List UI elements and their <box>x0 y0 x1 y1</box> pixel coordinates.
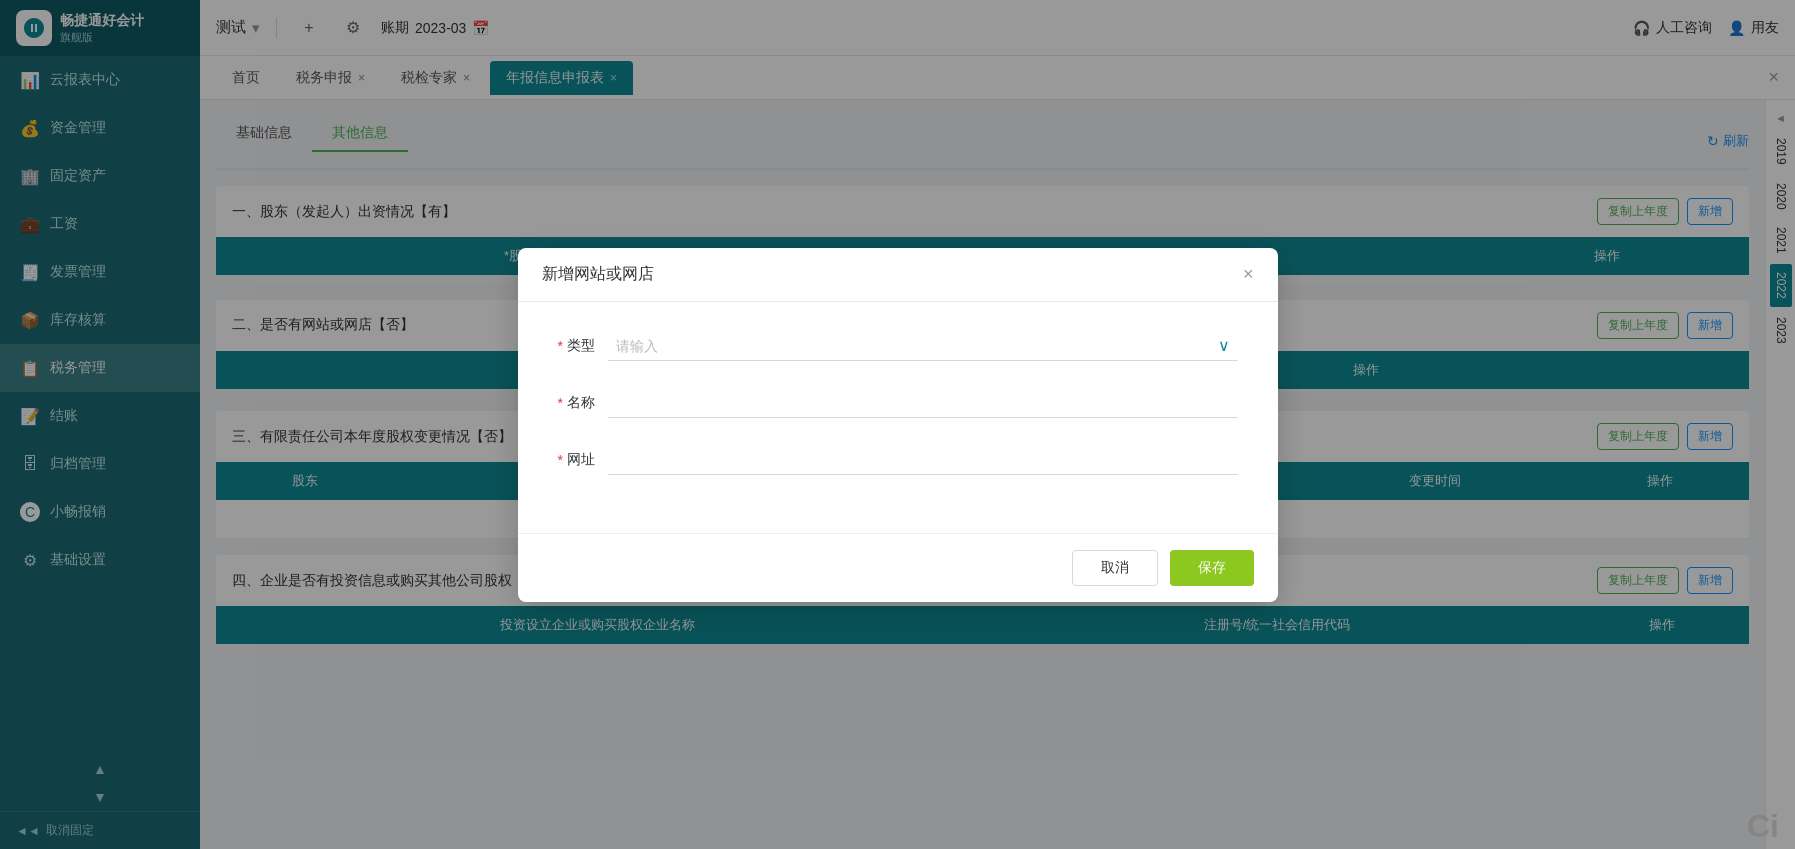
required-mark-type: * <box>558 338 563 354</box>
dialog-title: 新增网站或网店 <box>542 264 654 285</box>
form-label-url: * 网址 <box>558 451 608 469</box>
type-input[interactable] <box>608 332 1210 360</box>
type-dropdown-icon[interactable]: ∨ <box>1210 336 1238 355</box>
form-field-url: * 网址 <box>558 446 1238 475</box>
form-field-name: * 名称 <box>558 389 1238 418</box>
form-label-name: * 名称 <box>558 394 608 412</box>
cancel-button[interactable]: 取消 <box>1072 550 1158 586</box>
add-website-dialog: 新增网站或网店 × * 类型 ∨ * 名称 <box>518 248 1278 602</box>
dialog-header: 新增网站或网店 × <box>518 248 1278 302</box>
required-mark-url: * <box>558 452 563 468</box>
form-label-type: * 类型 <box>558 337 608 355</box>
url-input[interactable] <box>608 446 1238 475</box>
dialog-footer: 取消 保存 <box>518 533 1278 602</box>
form-field-type: * 类型 ∨ <box>558 332 1238 361</box>
type-input-wrapper: ∨ <box>608 332 1238 361</box>
name-input[interactable] <box>608 389 1238 418</box>
save-button[interactable]: 保存 <box>1170 550 1254 586</box>
dialog-close-btn[interactable]: × <box>1243 264 1254 285</box>
dialog-body: * 类型 ∨ * 名称 * 网址 <box>518 302 1278 533</box>
required-mark-name: * <box>558 395 563 411</box>
dialog-overlay[interactable]: 新增网站或网店 × * 类型 ∨ * 名称 <box>0 0 1795 849</box>
